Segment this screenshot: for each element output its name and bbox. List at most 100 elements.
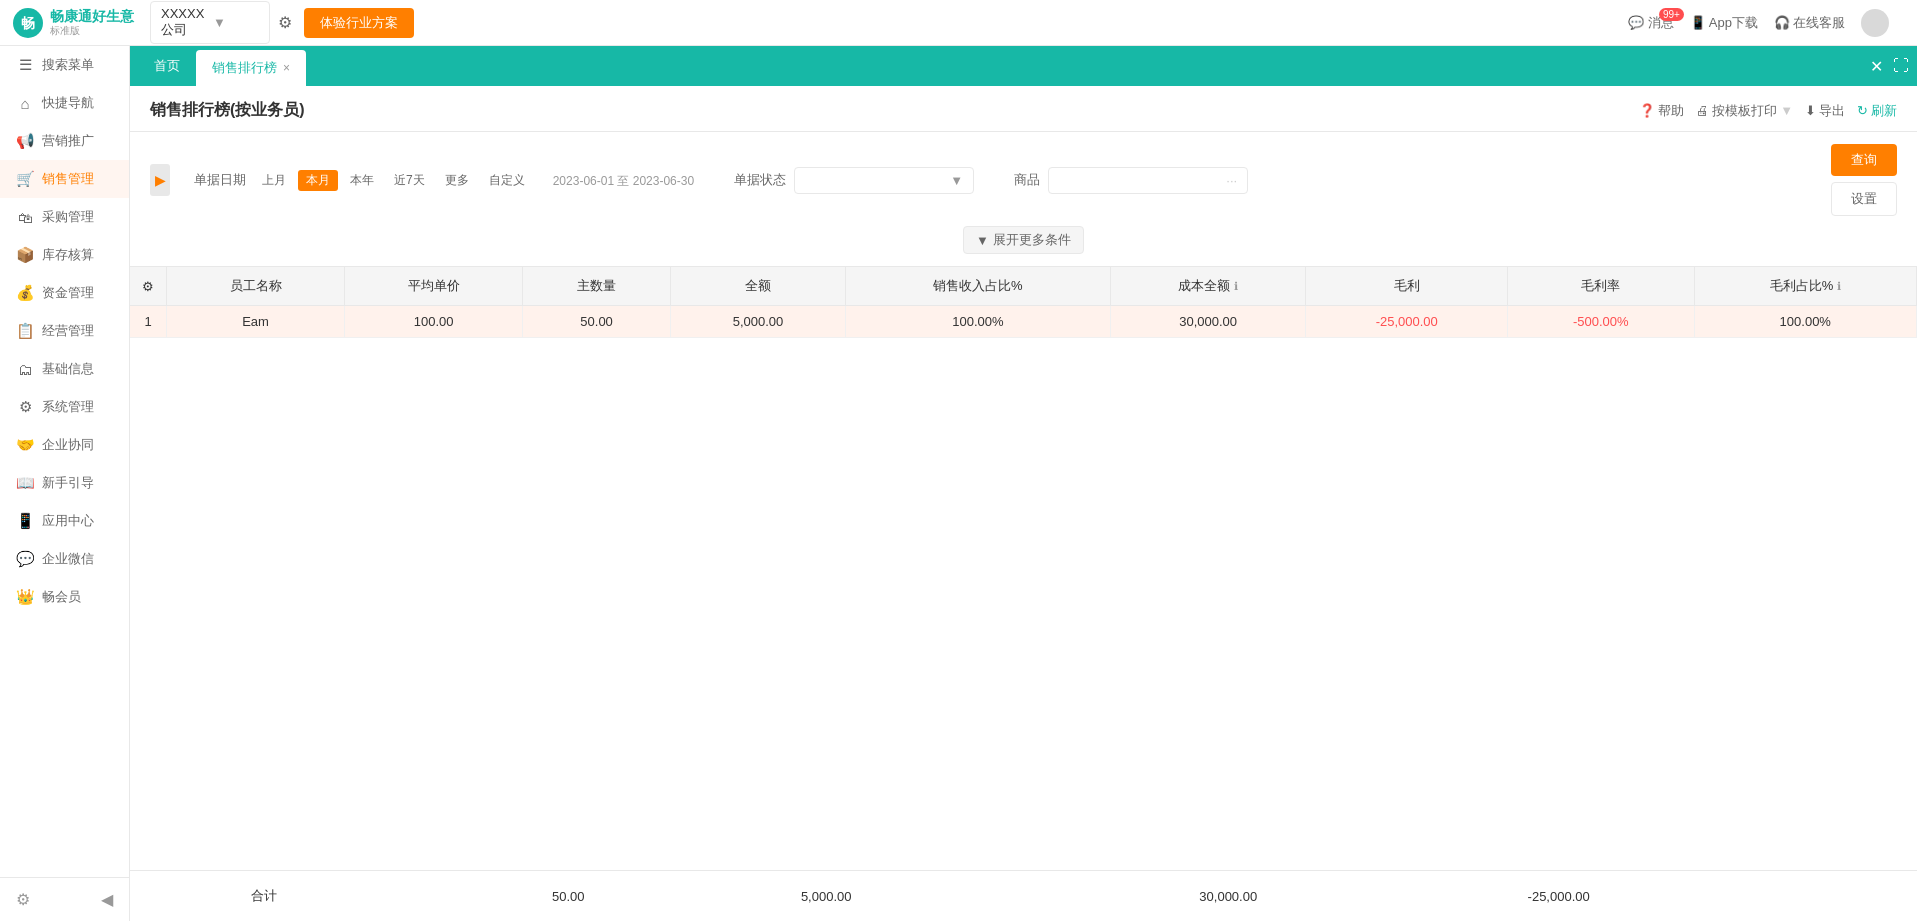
sidebar-item-member[interactable]: 👑 畅会员 (0, 578, 129, 616)
sidebar-item-collab[interactable]: 🤝 企业协同 (0, 426, 129, 464)
sidebar-item-sales[interactable]: 🛒 销售管理 (0, 160, 129, 198)
sidebar-item-apps-label: 应用中心 (42, 512, 94, 530)
window-close-button[interactable]: ✕ (1870, 57, 1883, 76)
sidebar-item-purchase[interactable]: 🛍 采购管理 (0, 198, 129, 236)
settings-button[interactable]: 设置 (1831, 182, 1897, 216)
refresh-button[interactable]: ↻ 刷新 (1857, 102, 1897, 120)
sidebar-item-inventory[interactable]: 📦 库存核算 (0, 236, 129, 274)
date-opt-custom[interactable]: 自定义 (481, 170, 533, 191)
export-button[interactable]: ⬇ 导出 (1805, 102, 1845, 120)
sidebar-item-search[interactable]: ☰ 搜索菜单 (0, 46, 129, 84)
logo-icon: 畅 (12, 7, 44, 39)
tab-right-actions: ✕ ⛶ (1870, 57, 1909, 76)
message-button[interactable]: 💬 消息 99+ (1628, 14, 1674, 32)
sidebar-item-apps[interactable]: 📱 应用中心 (0, 502, 129, 540)
th-cost-info[interactable]: ℹ (1234, 280, 1238, 292)
sidebar-collapse-button[interactable]: ◀ (85, 886, 129, 913)
status-select[interactable]: ▼ (794, 167, 974, 194)
summary-gross: -25,000.00 (1389, 879, 1728, 913)
summary-gross-pct (1823, 879, 1917, 913)
summary-sales-pct (973, 879, 1067, 913)
summary-label: 合计 (166, 879, 363, 913)
sidebar: ☰ 搜索菜单 ⌂ 快捷导航 📢 营销推广 🛒 销售管理 🛍 采购管理 📦 库 (0, 46, 130, 921)
page-content: 销售排行榜(按业务员) ❓ 帮助 🖨 按模板打印 ▼ ⬇ (130, 86, 1917, 921)
page-title: 销售排行榜(按业务员) (150, 100, 305, 121)
goods-more-icon: ··· (1226, 173, 1237, 188)
sidebar-item-operations[interactable]: 📋 经营管理 (0, 312, 129, 350)
summary-data-row: 合计 50.00 5,000.00 30,000.00 -25,000.00 (130, 879, 1917, 913)
th-settings[interactable]: ⚙ (130, 267, 167, 306)
date-opt-this-month[interactable]: 本月 (298, 170, 338, 191)
sidebar-item-system[interactable]: ⚙ 系统管理 (0, 388, 129, 426)
date-filter: 单据日期 上月 本月 本年 近7天 更多 自定义 (194, 170, 533, 191)
goods-filter-label: 商品 (1014, 171, 1040, 189)
home-icon: ⌂ (16, 95, 34, 112)
status-filter: 单据状态 ▼ (734, 167, 974, 194)
table-header-row: ⚙ 员工名称 平均单价 主数量 全额 销售收入占比% 成本全额 ℹ 毛利 毛利率… (130, 267, 1917, 306)
filter-toggle-button[interactable]: ▶ (150, 164, 170, 196)
app-download-button[interactable]: 📱 App下载 (1690, 14, 1758, 32)
query-button[interactable]: 查询 (1831, 144, 1897, 176)
filter-area: ▶ 单据日期 上月 本月 本年 近7天 更多 自定义 (130, 132, 1917, 267)
inventory-icon: 📦 (16, 246, 34, 264)
sidebar-item-guide-label: 新手引导 (42, 474, 94, 492)
th-gross-pct-info[interactable]: ℹ (1837, 280, 1841, 292)
window-maximize-button[interactable]: ⛶ (1893, 57, 1909, 75)
sidebar-item-wechat[interactable]: 💬 企业微信 (0, 540, 129, 578)
expand-row: ▼ 展开更多条件 (150, 226, 1897, 254)
collab-icon: 🤝 (16, 436, 34, 454)
member-icon: 👑 (16, 588, 34, 606)
tab-close-icon[interactable]: × (283, 61, 290, 75)
date-options: 上月 本月 本年 近7天 更多 自定义 (254, 170, 533, 191)
sidebar-item-quick-nav[interactable]: ⌂ 快捷导航 (0, 84, 129, 122)
tab-bar: 首页 销售排行榜 × ✕ ⛶ (130, 46, 1917, 86)
th-gross: 毛利 (1306, 267, 1508, 306)
expand-conditions-button[interactable]: ▼ 展开更多条件 (963, 226, 1084, 254)
sidebar-item-guide[interactable]: 📖 新手引导 (0, 464, 129, 502)
print-label: 按模板打印 (1712, 102, 1777, 120)
export-icon: ⬇ (1805, 103, 1816, 118)
print-icon: 🖨 (1696, 103, 1709, 118)
sidebar-item-inventory-label: 库存核算 (42, 246, 94, 264)
date-opt-7days[interactable]: 近7天 (386, 170, 433, 191)
th-gross-pct: 毛利占比% ℹ (1694, 267, 1916, 306)
company-settings-icon[interactable]: ⚙ (278, 13, 292, 32)
headset-icon: 🎧 (1774, 15, 1790, 30)
message-icon: 💬 (1628, 15, 1644, 30)
date-opt-more[interactable]: 更多 (437, 170, 477, 191)
th-qty: 主数量 (523, 267, 671, 306)
avatar[interactable] (1861, 9, 1889, 37)
status-select-arrow: ▼ (950, 173, 963, 188)
sidebar-settings-button[interactable]: ⚙ (0, 886, 46, 913)
help-button[interactable]: ❓ 帮助 (1639, 102, 1684, 120)
sidebar-item-finance[interactable]: 💰 资金管理 (0, 274, 129, 312)
goods-input[interactable]: ··· (1048, 167, 1248, 194)
sidebar-item-member-label: 畅会员 (42, 588, 81, 606)
td-qty: 50.00 (523, 306, 671, 338)
summary-empty-1 (130, 879, 166, 913)
td-cost: 30,000.00 (1110, 306, 1306, 338)
th-gross-rate: 毛利率 (1508, 267, 1695, 306)
sidebar-item-basics[interactable]: 🗂 基础信息 (0, 350, 129, 388)
tab-home[interactable]: 首页 (138, 46, 196, 86)
th-cost: 成本全额 ℹ (1110, 267, 1306, 306)
online-service-button[interactable]: 🎧 在线客服 (1774, 14, 1845, 32)
date-opt-this-year[interactable]: 本年 (342, 170, 382, 191)
system-icon: ⚙ (16, 398, 34, 416)
tab-sales-ranking[interactable]: 销售排行榜 × (196, 50, 306, 86)
message-badge: 99+ (1659, 8, 1684, 21)
date-opt-last-month[interactable]: 上月 (254, 170, 294, 191)
svg-text:畅: 畅 (21, 15, 35, 31)
query-set-area: 查询 设置 (1831, 144, 1897, 216)
goods-filter: 商品 ··· (1014, 167, 1248, 194)
summary-table: 合计 50.00 5,000.00 30,000.00 -25,000.00 (130, 879, 1917, 913)
sidebar-item-finance-label: 资金管理 (42, 284, 94, 302)
th-sales-pct: 销售收入占比% (845, 267, 1110, 306)
td-amount: 5,000.00 (671, 306, 846, 338)
sidebar-item-marketing-label: 营销推广 (42, 132, 94, 150)
sidebar-item-marketing[interactable]: 📢 营销推广 (0, 122, 129, 160)
th-amount: 全额 (671, 267, 846, 306)
print-button[interactable]: 🖨 按模板打印 ▼ (1696, 102, 1793, 120)
company-selector[interactable]: XXXXX公司 ▼ (150, 1, 270, 44)
trial-button[interactable]: 体验行业方案 (304, 8, 414, 38)
